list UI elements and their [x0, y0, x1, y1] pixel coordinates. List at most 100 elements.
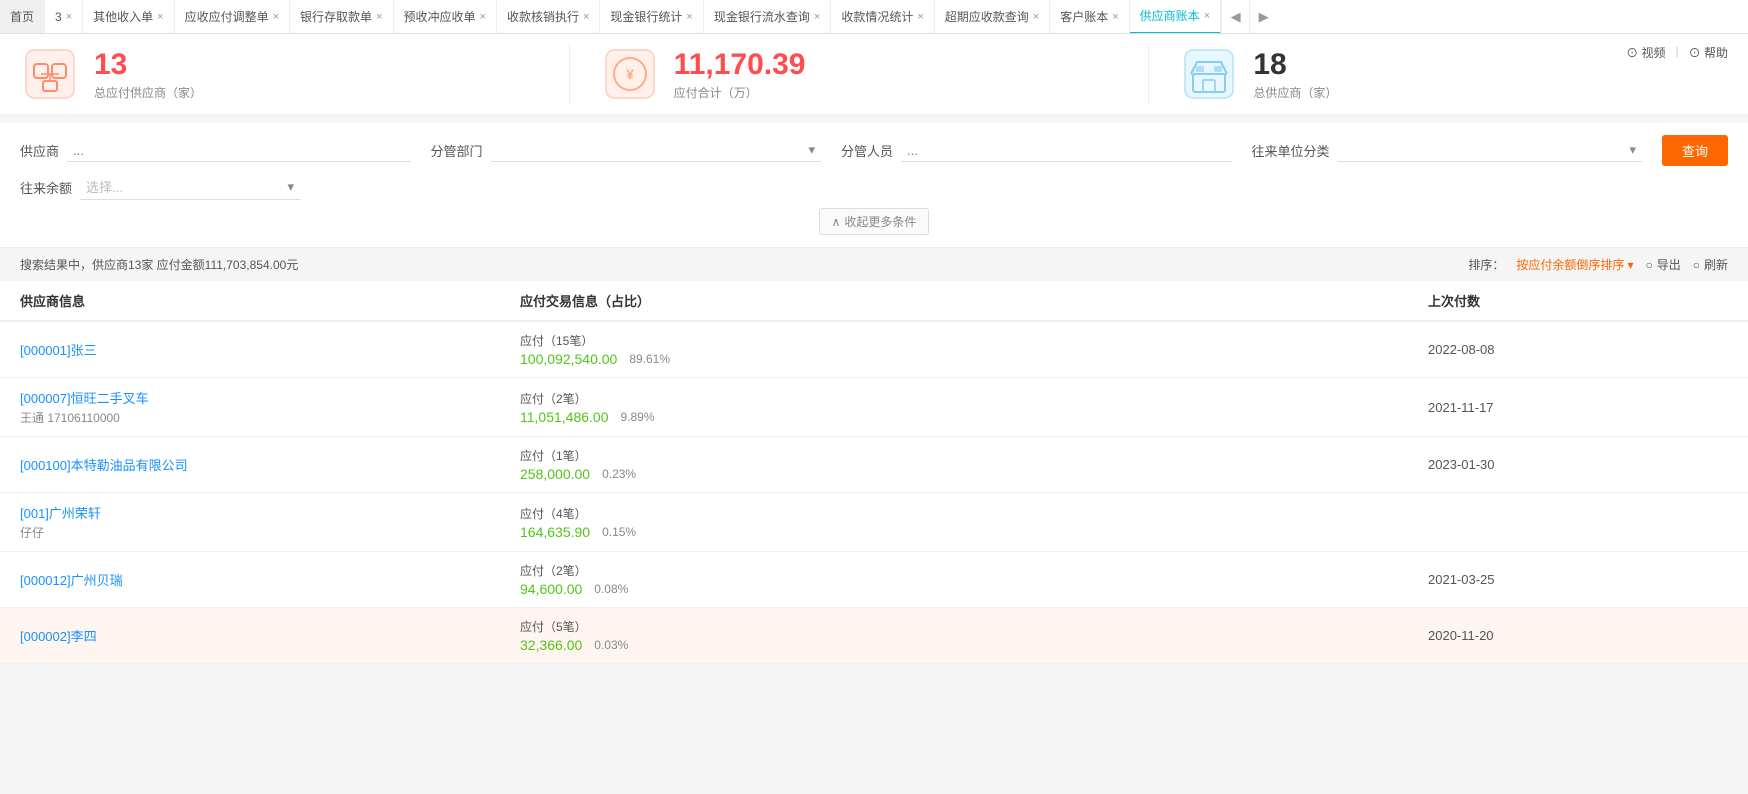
nav-item-supplier-book[interactable]: 供应商账本 ×	[1130, 0, 1221, 34]
payable-icon: ¥	[600, 44, 660, 104]
tx-amount[interactable]: 100,092,540.00	[520, 351, 617, 367]
nav-label-other-income: 其他收入单	[93, 0, 153, 34]
table-row: [000001]张三 应付（15笔） 100,092,540.00 89.61%…	[0, 322, 1748, 378]
payable-total-num: 11,170.39	[674, 48, 806, 82]
nav-item-collection-stats[interactable]: 收款情况统计 ×	[831, 0, 934, 34]
stat-text-payable-total: 11,170.39 应付合计（万）	[674, 48, 806, 101]
supplier-link[interactable]: [000001]张三	[20, 343, 97, 358]
nav-item-other-income[interactable]: 其他收入单 ×	[83, 0, 174, 34]
person-filter-input[interactable]	[901, 140, 1231, 162]
last-pay-cell: 2020-11-20	[1428, 628, 1728, 643]
nav-item-advance[interactable]: 预收冲应收单 ×	[394, 0, 497, 34]
nav-close-bank[interactable]: ×	[376, 0, 382, 34]
stat-text-total-suppliers: 18 总供应商（家）	[1253, 48, 1337, 101]
export-label: 导出	[1657, 256, 1681, 273]
sort-chevron-icon: ▾	[1627, 258, 1633, 272]
nav-close-adjust[interactable]: ×	[273, 0, 279, 34]
nav-label-advance: 预收冲应收单	[404, 0, 476, 34]
nav-label-home: 首页	[10, 0, 34, 34]
refresh-label: 刷新	[1704, 256, 1728, 273]
stat-text-payable-suppliers: 13 总应付供应商（家）	[94, 48, 202, 101]
nav-item-cash-stats[interactable]: 现金银行统计 ×	[600, 0, 703, 34]
tx-info-cell: 应付（15笔） 100,092,540.00 89.61%	[520, 332, 1428, 367]
data-table: 供应商信息 应付交易信息（占比） 上次付数 [000001]张三 应付（15笔）…	[0, 281, 1748, 664]
sort-select[interactable]: 按应付余额倒序排序 ▾	[1516, 256, 1633, 273]
supplier-link[interactable]: [000012]广州贝瑞	[20, 573, 123, 588]
nav-close-collection[interactable]: ×	[583, 0, 589, 34]
last-pay-cell: 2022-08-08	[1428, 342, 1728, 357]
nav-next-arrow[interactable]: ▶	[1249, 0, 1277, 34]
col-header-supplier: 供应商信息	[20, 291, 520, 310]
filter-unit-class: 往来单位分类 ▾	[1252, 139, 1643, 162]
nav-close-customer-book[interactable]: ×	[1112, 0, 1118, 34]
tx-row: 94,600.00 0.08%	[520, 581, 1428, 597]
nav-close-3[interactable]: ×	[66, 0, 72, 34]
tx-percent: 9.89%	[621, 410, 655, 424]
supplier-icon	[20, 44, 80, 104]
tx-amount[interactable]: 11,051,486.00	[520, 409, 609, 425]
tx-amount[interactable]: 32,366.00	[520, 637, 582, 653]
nav-close-overdue[interactable]: ×	[1033, 0, 1039, 34]
tx-label: 应付（1笔）	[520, 447, 1428, 464]
nav-item-bank[interactable]: 银行存取款单 ×	[290, 0, 393, 34]
collapse-button[interactable]: ∧ 收起更多条件	[819, 208, 930, 235]
balance-dropdown-icon: ▾	[287, 179, 294, 195]
unit-filter-label: 往来单位分类	[1252, 141, 1330, 160]
nav-item-cash-flow[interactable]: 现金银行流水查询 ×	[704, 0, 831, 34]
supplier-info-cell: [001]广州荣轩 仔仔	[20, 503, 520, 541]
nav-item-adjust[interactable]: 应收应付调整单 ×	[175, 0, 290, 34]
nav-item-collection[interactable]: 收款核销执行 ×	[497, 0, 600, 34]
table-row: [001]广州荣轩 仔仔 应付（4笔） 164,635.90 0.15%	[0, 493, 1748, 552]
supplier-link[interactable]: [000007]恒旺二手叉车	[20, 391, 149, 406]
tx-label: 应付（5笔）	[520, 618, 1428, 635]
table-header: 供应商信息 应付交易信息（占比） 上次付数	[0, 281, 1748, 322]
nav-close-cash-stats[interactable]: ×	[686, 0, 692, 34]
result-bar-actions: 排序： 按应付余额倒序排序 ▾ ○ 导出 ○ 刷新	[1468, 256, 1728, 273]
nav-prev-arrow[interactable]: ◀	[1221, 0, 1249, 34]
nav-label-bank: 银行存取款单	[300, 0, 372, 34]
tx-amount[interactable]: 94,600.00	[520, 581, 582, 597]
tx-row: 164,635.90 0.15%	[520, 524, 1428, 540]
sort-value: 按应付余额倒序排序	[1516, 256, 1624, 273]
tx-percent: 0.15%	[602, 525, 636, 539]
supplier-link[interactable]: [001]广州荣轩	[20, 506, 101, 521]
nav-item-3[interactable]: 3 ×	[45, 0, 83, 34]
top-right-links: ⊙ 视频 | ⊙ 帮助	[1626, 44, 1728, 61]
help-link[interactable]: ⊙ 帮助	[1689, 44, 1728, 61]
tx-info-cell: 应付（5笔） 32,366.00 0.03%	[520, 618, 1428, 653]
supplier-info-cell: [000002]李四	[20, 626, 520, 645]
last-pay-cell: 2021-03-25	[1428, 572, 1728, 587]
tx-amount[interactable]: 164,635.90	[520, 524, 590, 540]
nav-close-other-income[interactable]: ×	[157, 0, 163, 34]
supplier-link[interactable]: [000100]本特勒油品有限公司	[20, 458, 188, 473]
dept-filter-select[interactable]: ▾	[491, 139, 821, 162]
filter-area: 供应商 分管部门 ▾ 分管人员 往来单位分类 ▾ 查询 往来余额 选择	[0, 123, 1748, 248]
unit-filter-select[interactable]: ▾	[1338, 139, 1642, 162]
tx-percent: 0.03%	[594, 638, 628, 652]
nav-item-home[interactable]: 首页	[0, 0, 45, 34]
nav-close-advance[interactable]: ×	[480, 0, 486, 34]
nav-item-overdue[interactable]: 超期应收款查询 ×	[935, 0, 1050, 34]
nav-close-supplier-book[interactable]: ×	[1204, 0, 1210, 33]
search-button[interactable]: 查询	[1662, 135, 1728, 166]
tx-label: 应付（15笔）	[520, 332, 1428, 349]
result-summary: 搜索结果中，供应商13家 应付金额111,703,854.00元	[20, 256, 298, 273]
refresh-button[interactable]: ○ 刷新	[1693, 256, 1728, 273]
collapse-label: 收起更多条件	[844, 213, 916, 230]
supplier-link[interactable]: [000002]李四	[20, 629, 97, 644]
nav-label-adjust: 应收应付调整单	[185, 0, 269, 34]
video-link[interactable]: ⊙ 视频	[1626, 44, 1665, 61]
dept-filter-label: 分管部门	[431, 141, 483, 160]
filter-supplier: 供应商	[20, 140, 411, 162]
nav-item-customer-book[interactable]: 客户账本 ×	[1050, 0, 1129, 34]
balance-filter-select[interactable]: 选择... ▾	[80, 174, 300, 200]
nav-close-cash-flow[interactable]: ×	[814, 0, 820, 34]
stat-block-payable-suppliers: 13 总应付供应商（家）	[20, 44, 570, 104]
tx-info-cell: 应付（2笔） 94,600.00 0.08%	[520, 562, 1428, 597]
supplier-filter-input[interactable]	[67, 140, 410, 162]
tx-amount[interactable]: 258,000.00	[520, 466, 590, 482]
nav-close-collection-stats[interactable]: ×	[917, 0, 923, 34]
table-row: [000002]李四 应付（5笔） 32,366.00 0.03% 2020-1…	[0, 608, 1748, 664]
table-row: [000100]本特勒油品有限公司 应付（1笔） 258,000.00 0.23…	[0, 437, 1748, 493]
export-button[interactable]: ○ 导出	[1645, 256, 1680, 273]
